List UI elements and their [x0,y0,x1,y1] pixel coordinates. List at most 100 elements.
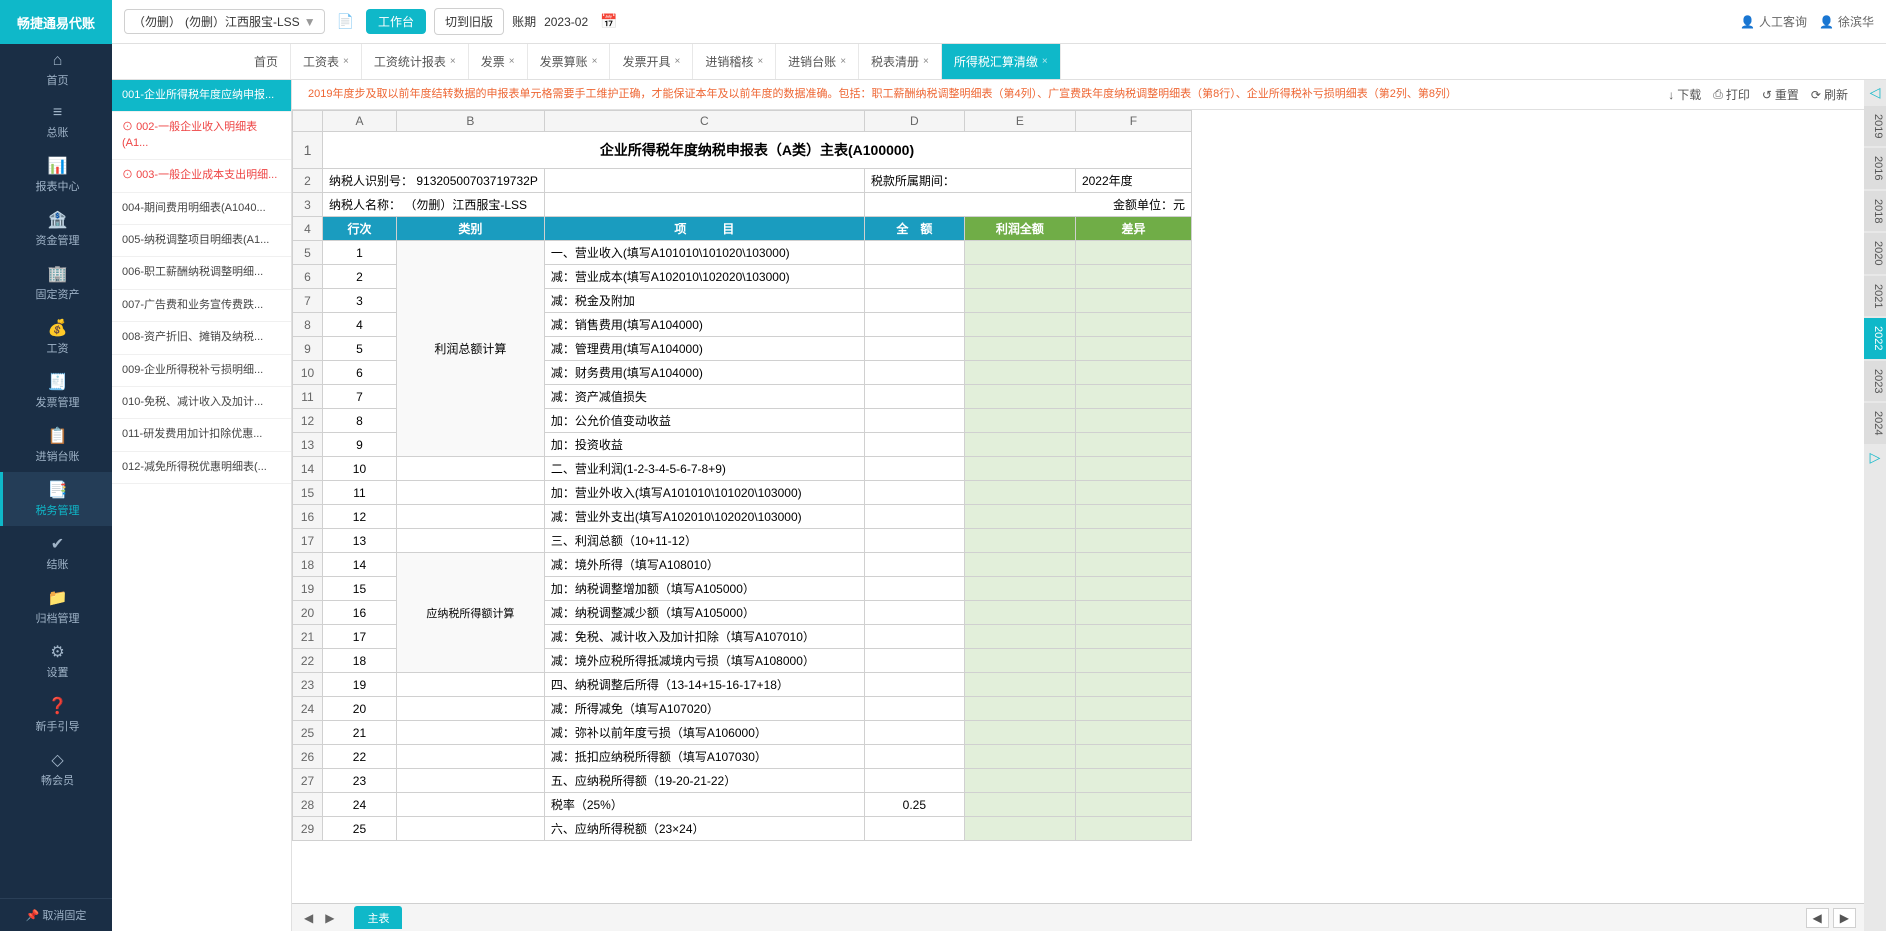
left-panel-item-010[interactable]: 010-免税、减计收入及加计... [112,387,291,419]
tab-invoice[interactable]: 发票 × [469,44,528,80]
line-cell[interactable]: 11 [323,481,397,505]
item-cell[interactable]: 加：投资收益 [544,433,864,457]
sidebar-item-member[interactable]: ◇ 畅会员 [0,742,112,796]
line-cell[interactable]: 19 [323,673,397,697]
profit-cell[interactable] [964,817,1075,841]
left-panel-item-003[interactable]: ⊙ 003-一般企业成本支出明细... [112,160,291,192]
workbench-button[interactable]: 工作台 [366,9,426,34]
amount-cell[interactable] [864,649,964,673]
profit-cell[interactable] [964,457,1075,481]
line-cell[interactable]: 23 [323,769,397,793]
diff-cell[interactable] [1075,721,1191,745]
user-info[interactable]: 👤 徐滨华 [1819,13,1874,30]
line-cell[interactable]: 2 [323,265,397,289]
diff-cell[interactable] [1075,529,1191,553]
tab-salary-stats[interactable]: 工资统计报表 × [362,44,469,80]
spreadsheet-wrapper[interactable]: A B C D E F 1 企业所得税年度纳税申报表（A类）主表(A100000… [292,110,1864,903]
company-selector[interactable]: （勿删） (勿删）江西服宝-LSS ▼ [124,9,325,34]
sidebar-item-settlement[interactable]: ✔ 结账 [0,526,112,580]
tab-close-icon[interactable]: × [343,56,349,67]
left-panel-item-004[interactable]: 004-期间费用明细表(A1040... [112,193,291,225]
tab-tax-calc[interactable]: 所得税汇算清缴 × [942,44,1061,80]
line-cell[interactable]: 1 [323,241,397,265]
profit-cell[interactable] [964,673,1075,697]
item-cell[interactable]: 减：境外所得（填写A108010） [544,553,864,577]
profit-cell[interactable] [964,793,1075,817]
service-btn[interactable]: 👤 人工客询 [1740,13,1807,30]
item-cell[interactable]: 减：纳税调整减少额（填写A105000） [544,601,864,625]
diff-cell[interactable] [1075,553,1191,577]
diff-cell[interactable] [1075,505,1191,529]
print-button[interactable]: ⎙ 打印 [1713,86,1750,103]
item-cell[interactable]: 五、应纳税所得额（19-20-21-22） [544,769,864,793]
diff-cell[interactable] [1075,481,1191,505]
reset-button[interactable]: ↺ 重置 [1762,86,1799,103]
tab-close-icon[interactable]: × [757,56,763,67]
year-2016[interactable]: 2016 [1864,148,1886,188]
item-cell[interactable]: 加：公允价值变动收益 [544,409,864,433]
amount-cell[interactable] [864,577,964,601]
item-cell[interactable]: 减：弥补以前年度亏损（填写A106000） [544,721,864,745]
diff-cell[interactable] [1075,793,1191,817]
sidebar-item-settings[interactable]: ⚙ 设置 [0,634,112,688]
line-cell[interactable]: 7 [323,385,397,409]
profit-cell[interactable] [964,745,1075,769]
item-cell[interactable]: 六、应纳所得税额（23×24） [544,817,864,841]
left-panel-item-005[interactable]: 005-纳税调整项目明细表(A1... [112,225,291,257]
profit-cell[interactable] [964,553,1075,577]
amount-cell[interactable] [864,817,964,841]
diff-cell[interactable] [1075,817,1191,841]
tab-tax-clear[interactable]: 税表清册 × [859,44,942,80]
amount-cell[interactable] [864,241,964,265]
left-panel-item-008[interactable]: 008-资产折旧、摊销及纳税... [112,322,291,354]
switch-old-button[interactable]: 切到旧版 [434,8,504,35]
line-cell[interactable]: 4 [323,313,397,337]
diff-cell[interactable] [1075,433,1191,457]
tab-invoice-open[interactable]: 发票开具 × [610,44,693,80]
diff-cell[interactable] [1075,409,1191,433]
line-cell[interactable]: 25 [323,817,397,841]
item-cell[interactable]: 二、营业利润(1-2-3-4-5-6-7-8+9) [544,457,864,481]
item-cell[interactable]: 一、营业收入(填写A101010\101020\103000) [544,241,864,265]
amount-cell[interactable] [864,601,964,625]
line-cell[interactable]: 17 [323,625,397,649]
sidebar-item-invoice-mgmt[interactable]: 🧾 发票管理 [0,364,112,418]
amount-cell[interactable] [864,673,964,697]
line-cell[interactable]: 5 [323,337,397,361]
profit-cell[interactable] [964,337,1075,361]
amount-cell[interactable] [864,745,964,769]
amount-cell[interactable] [864,337,964,361]
sidebar-item-tax-mgmt[interactable]: 📑 税务管理 [0,472,112,526]
profit-cell[interactable] [964,241,1075,265]
amount-cell[interactable] [864,409,964,433]
amount-cell[interactable] [864,289,964,313]
amount-cell[interactable]: 0.25 [864,793,964,817]
item-cell[interactable]: 减：所得减免（填写A107020） [544,697,864,721]
item-cell[interactable]: 减：营业成本(填写A102010\102020\103000) [544,265,864,289]
amount-cell[interactable] [864,553,964,577]
tab-close-icon[interactable]: × [450,56,456,67]
sidebar-item-purchase-sales[interactable]: 📋 进销台账 [0,418,112,472]
line-cell[interactable]: 14 [323,553,397,577]
profit-cell[interactable] [964,721,1075,745]
line-cell[interactable]: 20 [323,697,397,721]
item-cell[interactable]: 减：境外应税所得抵减境内亏损（填写A108000） [544,649,864,673]
item-cell[interactable]: 税率（25%） [544,793,864,817]
amount-cell[interactable] [864,457,964,481]
line-cell[interactable]: 22 [323,745,397,769]
amount-cell[interactable] [864,433,964,457]
sidebar-item-asset-mgmt[interactable]: 🏦 资金管理 [0,202,112,256]
item-cell[interactable]: 减：管理费用(填写A104000) [544,337,864,361]
tab-salary[interactable]: 工资表 × [291,44,362,80]
next-sheet-btn[interactable]: ▶ [321,909,338,927]
tab-close-icon[interactable]: × [1042,56,1048,67]
item-cell[interactable]: 减：营业外支出(填写A102010\102020\103000) [544,505,864,529]
tab-close-icon[interactable]: × [840,56,846,67]
calendar-icon[interactable]: 📅 [596,9,621,34]
profit-cell[interactable] [964,385,1075,409]
sidebar-item-fixed-assets[interactable]: 🏢 固定资产 [0,256,112,310]
left-panel-item-002[interactable]: ⊙ 002-一般企业收入明细表(A1... [112,112,291,160]
right-panel-arrow-down-icon[interactable]: ▷ [1866,445,1885,470]
profit-cell[interactable] [964,361,1075,385]
profit-cell[interactable] [964,697,1075,721]
